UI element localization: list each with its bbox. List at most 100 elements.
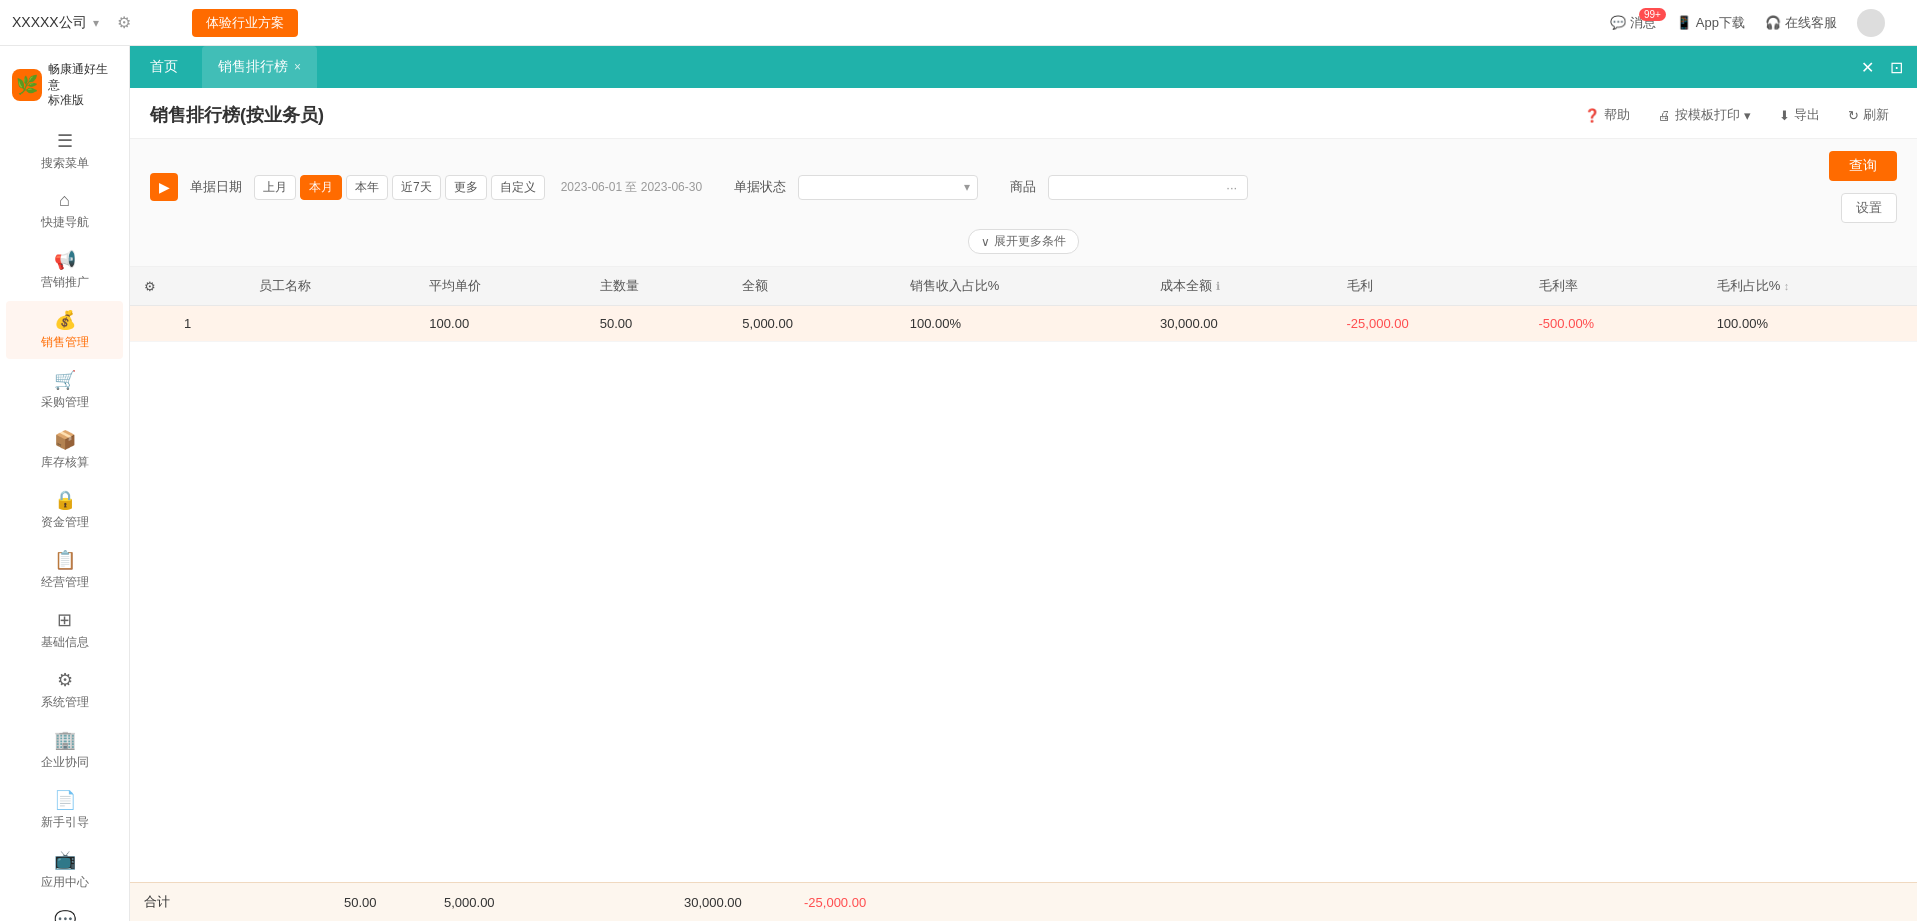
avatar[interactable] — [1857, 9, 1885, 37]
settings-gear-icon[interactable]: ⚙ — [117, 13, 131, 32]
sidebar-item-enterprise-wechat[interactable]: 💬 企业微信 — [6, 901, 123, 921]
col-settings: ⚙ — [130, 267, 170, 306]
expand-label: 展开更多条件 — [994, 233, 1066, 250]
date-current-year-btn[interactable]: 本年 — [346, 175, 388, 200]
marketing-icon: 📢 — [54, 249, 76, 271]
sidebar-label-enterprise-collab: 企业协同 — [41, 754, 89, 771]
headset-icon: 🎧 — [1765, 15, 1781, 30]
top-bar-right: 💬 消息 99+ 📱 App下载 🎧 在线客服 — [1610, 9, 1905, 37]
sidebar-item-enterprise-collab[interactable]: 🏢 企业协同 — [6, 721, 123, 779]
filter-collapse-btn[interactable]: ▶ — [150, 173, 178, 201]
online-service-button[interactable]: 🎧 在线客服 — [1765, 14, 1837, 32]
sidebar-label-finance: 资金管理 — [41, 514, 89, 531]
sidebar-label-search-order: 搜索菜单 — [41, 155, 89, 172]
date-custom-btn[interactable]: 自定义 — [491, 175, 545, 200]
footer-amount: 5,000.00 — [444, 895, 564, 910]
col-avg-price: 平均单价 — [415, 267, 585, 306]
help-button[interactable]: ❓ 帮助 — [1576, 102, 1638, 128]
sidebar-item-finance[interactable]: 🔒 资金管理 — [6, 481, 123, 539]
sidebar-item-inventory[interactable]: 📦 库存核算 — [6, 421, 123, 479]
print-dropdown-icon: ▾ — [1744, 108, 1751, 123]
enterprise-collab-icon: 🏢 — [54, 729, 76, 751]
sidebar-item-purchase[interactable]: 🛒 采购管理 — [6, 361, 123, 419]
print-label: 按模板打印 — [1675, 106, 1740, 124]
tab-bar: 首页 销售排行榜 × ✕ ⊡ — [130, 46, 1917, 88]
tab-close-icon[interactable]: × — [294, 60, 301, 74]
sidebar-item-operations[interactable]: 📋 经营管理 — [6, 541, 123, 599]
logo-text: 畅康通好生意 标准版 — [48, 62, 117, 109]
query-button[interactable]: 查询 — [1829, 151, 1897, 181]
sidebar-item-basic-info[interactable]: ⊞ 基础信息 — [6, 601, 123, 659]
main-layout: 🌿 畅康通好生意 标准版 ☰ 搜索菜单 ⌂ 快捷导航 📢 营销推广 💰 销售管理… — [0, 46, 1917, 921]
app-download-button[interactable]: 📱 App下载 — [1676, 14, 1745, 32]
inventory-icon: 📦 — [54, 429, 76, 451]
table-area: ⚙ 员工名称 平均单价 主数量 全额 销售收入占比% 成本全额 ℹ 毛利 毛 — [130, 267, 1917, 882]
footer-profit: -25,000.00 — [804, 895, 924, 910]
status-select[interactable] — [798, 175, 978, 200]
date-last-month-btn[interactable]: 上月 — [254, 175, 296, 200]
page-content: 销售排行榜(按业务员) ❓ 帮助 🖨 按模板打印 ▾ ⬇ — [130, 88, 1917, 921]
footer-cost: 30,000.00 — [684, 895, 804, 910]
goods-filter-label: 商品 — [1010, 178, 1036, 196]
sales-icon: 💰 — [54, 309, 76, 331]
sidebar-item-sales[interactable]: 💰 销售管理 — [6, 301, 123, 359]
refresh-button[interactable]: ↻ 刷新 — [1840, 102, 1897, 128]
goods-filter-input[interactable]: ··· — [1048, 175, 1248, 200]
col-profit: 毛利 — [1333, 267, 1525, 306]
window-restore-icon[interactable]: ⊡ — [1886, 54, 1907, 81]
footer-quantity: 50.00 — [344, 895, 444, 910]
help-label: 帮助 — [1604, 106, 1630, 124]
operations-icon: 📋 — [54, 549, 76, 571]
company-selector[interactable]: XXXXX公司 ▾ ⚙ — [12, 13, 192, 32]
message-button[interactable]: 💬 消息 99+ — [1610, 14, 1656, 32]
search-order-icon: ☰ — [57, 130, 73, 152]
col-rank — [170, 267, 245, 306]
date-7days-btn[interactable]: 近7天 — [392, 175, 441, 200]
row-profit-pct: 100.00% — [1703, 306, 1917, 342]
col-settings-icon[interactable]: ⚙ — [144, 279, 156, 294]
date-range-display: 2023-06-01 至 2023-06-30 — [561, 179, 702, 196]
message-icon: 💬 — [1610, 15, 1626, 30]
date-buttons: 上月 本月 本年 近7天 更多 自定义 — [254, 175, 545, 200]
sidebar-logo: 🌿 畅康通好生意 标准版 — [0, 54, 129, 121]
row-settings-cell — [130, 306, 170, 342]
settings-button[interactable]: 设置 — [1841, 193, 1897, 223]
system-icon: ⚙ — [57, 669, 73, 691]
row-margin: -500.00% — [1525, 306, 1703, 342]
footer-label: 合计 — [144, 893, 344, 911]
date-more-btn[interactable]: 更多 — [445, 175, 487, 200]
tab-label-sales-ranking: 销售排行榜 — [218, 58, 288, 76]
sidebar-label-inventory: 库存核算 — [41, 454, 89, 471]
row-profit: -25,000.00 — [1333, 306, 1525, 342]
col-sales-pct: 销售收入占比% — [896, 267, 1146, 306]
window-close-icon[interactable]: ✕ — [1857, 54, 1878, 81]
sidebar-item-search-order[interactable]: ☰ 搜索菜单 — [6, 122, 123, 180]
sidebar-label-marketing: 营销推广 — [41, 274, 89, 291]
goods-more-icon[interactable]: ··· — [1226, 180, 1237, 195]
table-row: 1 100.00 50.00 5,000.00 100.00% 30,000.0… — [130, 306, 1917, 342]
sidebar-item-quick-nav[interactable]: ⌂ 快捷导航 — [6, 182, 123, 239]
export-icon: ⬇ — [1779, 108, 1790, 123]
sidebar-item-new-guide[interactable]: 📄 新手引导 — [6, 781, 123, 839]
page-header-actions: ❓ 帮助 🖨 按模板打印 ▾ ⬇ 导出 ↻ — [1576, 102, 1897, 128]
col-amount: 全额 — [728, 267, 895, 306]
expand-conditions-btn[interactable]: ∨ 展开更多条件 — [968, 229, 1079, 254]
row-quantity: 50.00 — [586, 306, 729, 342]
app-download-label: App下载 — [1696, 14, 1745, 32]
tab-sales-ranking[interactable]: 销售排行榜 × — [202, 46, 317, 88]
sidebar-item-app-center[interactable]: 📺 应用中心 — [6, 841, 123, 899]
sidebar-label-sales: 销售管理 — [41, 334, 89, 351]
sidebar-item-marketing[interactable]: 📢 营销推广 — [6, 241, 123, 299]
tab-home[interactable]: 首页 — [130, 46, 198, 88]
print-button[interactable]: 🖨 按模板打印 ▾ — [1650, 102, 1759, 128]
table-footer: 合计 50.00 5,000.00 30,000.00 -25,000.00 — [130, 882, 1917, 921]
date-current-month-btn[interactable]: 本月 — [300, 175, 342, 200]
trial-button[interactable]: 体验行业方案 — [192, 9, 298, 37]
sidebar-item-system[interactable]: ⚙ 系统管理 — [6, 661, 123, 719]
company-name: XXXXX公司 — [12, 14, 87, 32]
page-header: 销售排行榜(按业务员) ❓ 帮助 🖨 按模板打印 ▾ ⬇ — [130, 88, 1917, 139]
row-name — [245, 306, 415, 342]
online-service-label: 在线客服 — [1785, 14, 1837, 32]
export-button[interactable]: ⬇ 导出 — [1771, 102, 1828, 128]
col-cost: 成本全额 ℹ — [1146, 267, 1333, 306]
